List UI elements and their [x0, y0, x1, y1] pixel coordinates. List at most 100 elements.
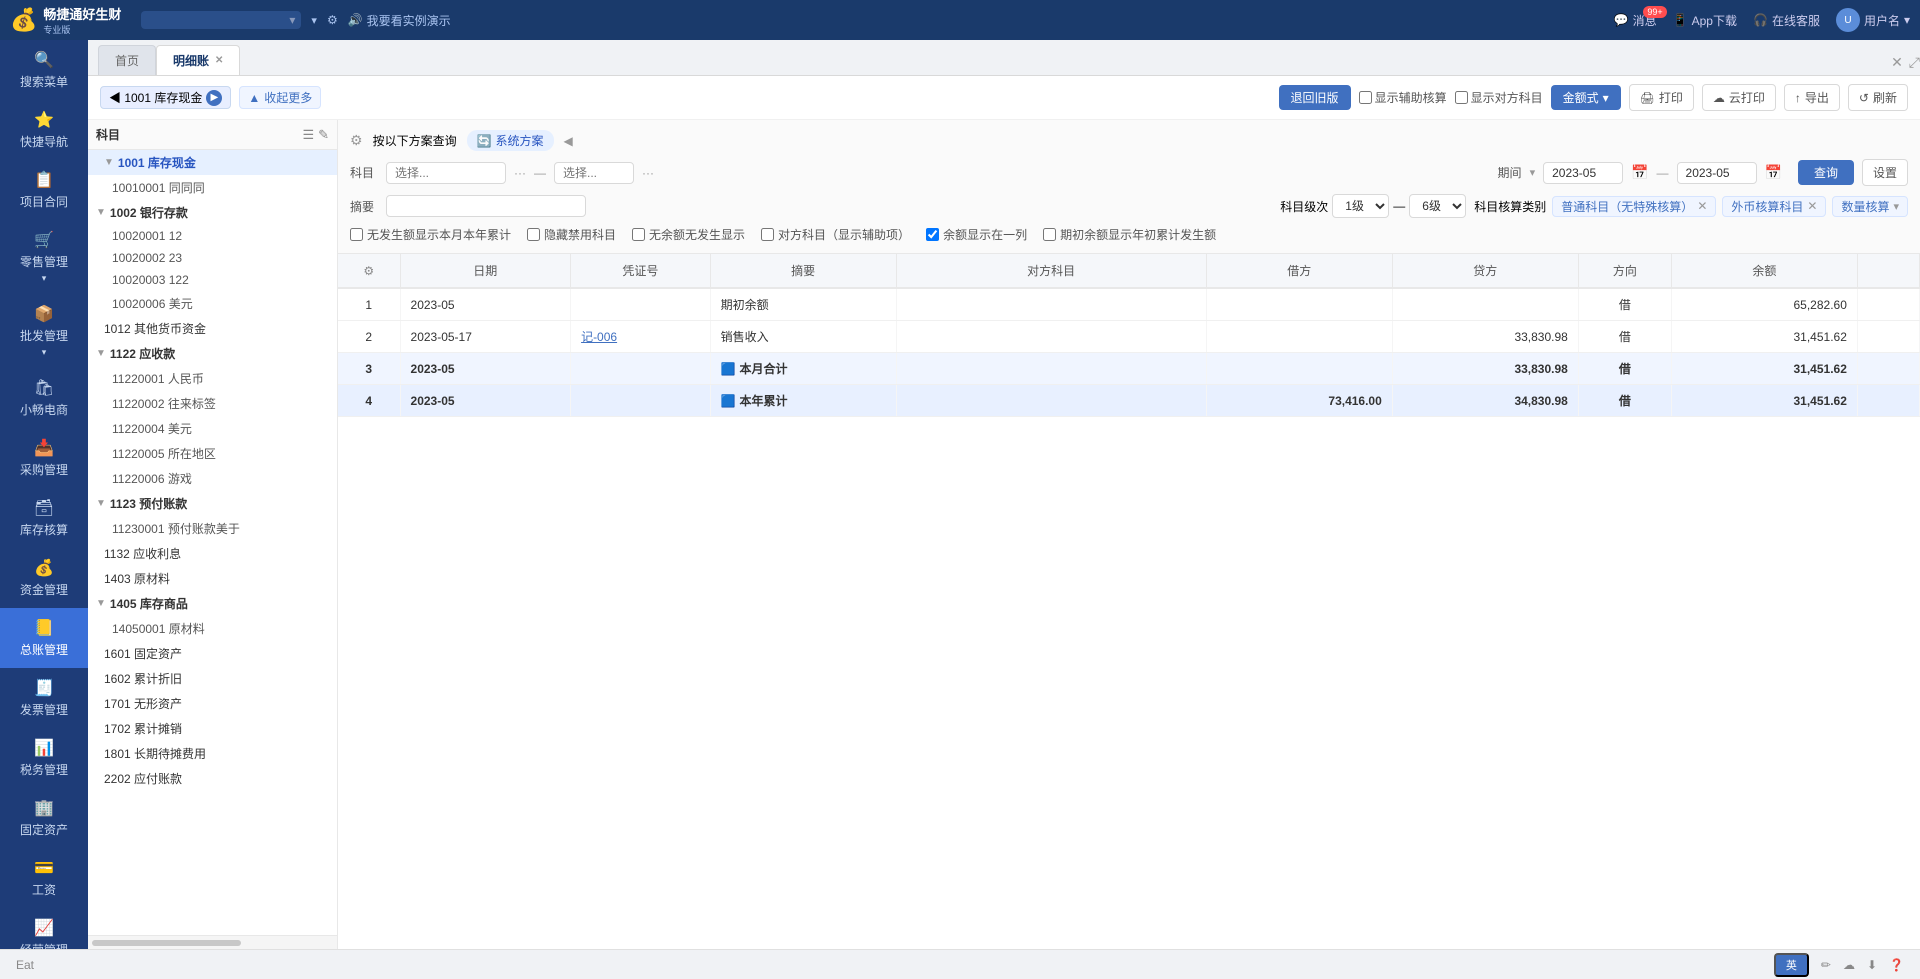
- account-1123[interactable]: ▼ 1123 预付账款: [88, 491, 337, 516]
- help-icon-status[interactable]: ❓: [1889, 958, 1904, 972]
- check-show-year[interactable]: 期初余额显示年初累计发生额: [1043, 226, 1216, 243]
- cloud-print-btn[interactable]: ☁ 云打印: [1702, 84, 1776, 111]
- show-aux-check[interactable]: 显示辅助核算: [1359, 89, 1447, 106]
- account-1405[interactable]: ▼ 1405 库存商品: [88, 591, 337, 616]
- col-gear[interactable]: ⚙: [338, 254, 400, 288]
- account-input-end[interactable]: [554, 162, 634, 184]
- sidebar-item-capital[interactable]: 💰 资金管理: [0, 548, 88, 608]
- check-no-balance2[interactable]: 无余额无发生显示: [632, 226, 745, 243]
- tab-close-icon[interactable]: ✕: [215, 55, 223, 66]
- account-11230001[interactable]: 11230001 预付账款美于: [88, 516, 337, 541]
- edit-icon[interactable]: ✎: [318, 127, 329, 143]
- account-1002[interactable]: ▼ 1002 银行存款: [88, 200, 337, 225]
- account-11220004[interactable]: 11220004 美元: [88, 416, 337, 441]
- edit-icon-status[interactable]: ✏: [1821, 958, 1831, 972]
- account-nav[interactable]: ◀ 1001 库存现金 ▶: [100, 86, 231, 109]
- account-1801[interactable]: 1801 长期待摊费用: [88, 741, 337, 766]
- account-1012[interactable]: 1012 其他货币资金: [88, 316, 337, 341]
- calendar-end-icon[interactable]: 📅: [1765, 164, 1782, 181]
- period-dropdown-icon[interactable]: ▾: [1530, 166, 1536, 179]
- gear-icon[interactable]: ⚙: [327, 13, 338, 27]
- service-btn[interactable]: 🎧 在线客服: [1753, 12, 1820, 29]
- account-11220005[interactable]: 11220005 所在地区: [88, 441, 337, 466]
- level-from-select[interactable]: 1级2级3级: [1332, 194, 1389, 218]
- back-old-btn[interactable]: 退回旧版: [1279, 85, 1351, 110]
- style-btn[interactable]: 金额式 ▾: [1551, 85, 1621, 110]
- classify-tag-2[interactable]: 外币核算科目 ✕: [1722, 196, 1826, 217]
- sidebar-item-ecommerce[interactable]: 🛍 小畅电商: [0, 368, 88, 428]
- list-view-icon[interactable]: ☰: [302, 127, 314, 143]
- cloud-icon-status[interactable]: ☁: [1843, 958, 1855, 972]
- classify-tag-1-close[interactable]: ✕: [1697, 199, 1707, 213]
- lang-btn[interactable]: 英: [1774, 953, 1809, 977]
- account-1602[interactable]: 1602 累计折旧: [88, 666, 337, 691]
- sidebar-item-invoice[interactable]: 🧾 发票管理: [0, 668, 88, 728]
- expand-btn[interactable]: ▲ 收起更多: [239, 86, 321, 109]
- close-window-icon[interactable]: ✕: [1891, 54, 1903, 71]
- demo-link[interactable]: 🔊 我要看实例演示: [348, 12, 451, 29]
- account-10020003[interactable]: 10020003 122: [88, 269, 337, 291]
- account-1122[interactable]: ▼ 1122 应收款: [88, 341, 337, 366]
- refresh-btn[interactable]: ↺ 刷新: [1848, 84, 1908, 111]
- summary-input[interactable]: [386, 195, 586, 217]
- account-10020001[interactable]: 10020001 12: [88, 225, 337, 247]
- wholesale-icon: 📦: [34, 304, 54, 324]
- check-no-balance[interactable]: 无发生额显示本月本年累计: [350, 226, 511, 243]
- account-1601[interactable]: 1601 固定资产: [88, 641, 337, 666]
- account-2202[interactable]: 2202 应付账款: [88, 766, 337, 791]
- account-1001[interactable]: ▼ 1001 库存现金: [88, 150, 337, 175]
- classify-tag-3[interactable]: 数量核算 ▾: [1832, 196, 1908, 217]
- scheme-tag[interactable]: 🔄 系统方案: [467, 130, 554, 151]
- sidebar-item-tax[interactable]: 📊 税务管理: [0, 728, 88, 788]
- sidebar-item-wholesale[interactable]: 📦 批发管理 ▾: [0, 294, 88, 368]
- app-btn[interactable]: 📱 App下载: [1673, 12, 1737, 29]
- sidebar-item-retail[interactable]: 🛒 零售管理 ▾: [0, 220, 88, 294]
- sidebar-item-ops[interactable]: 📈 经营管理: [0, 908, 88, 949]
- period-end-input[interactable]: [1677, 162, 1757, 184]
- dropdown-icon[interactable]: ▾: [311, 14, 317, 27]
- settings-btn[interactable]: 设置: [1862, 159, 1908, 186]
- period-start-input[interactable]: [1543, 162, 1623, 184]
- message-btn[interactable]: 💬 消息 99+: [1614, 12, 1657, 29]
- account-1403[interactable]: 1403 原材料: [88, 566, 337, 591]
- sidebar-item-purchase[interactable]: 📥 采购管理: [0, 428, 88, 488]
- account-10020006[interactable]: 10020006 美元: [88, 291, 337, 316]
- check-opposite[interactable]: 对方科目（显示辅助项）: [761, 226, 910, 243]
- account-11220001[interactable]: 11220001 人民币: [88, 366, 337, 391]
- account-11220002[interactable]: 11220002 往来标签: [88, 391, 337, 416]
- sidebar-item-search[interactable]: 🔍 搜索菜单: [0, 40, 88, 100]
- level-to-select[interactable]: 6级5级4级: [1409, 194, 1466, 218]
- account-10010001[interactable]: 10010001 同同同: [88, 175, 337, 200]
- account-14050001[interactable]: 14050001 原材料: [88, 616, 337, 641]
- sidebar-item-inventory[interactable]: 🗃 库存核算: [0, 488, 88, 548]
- classify-tag-2-close[interactable]: ✕: [1807, 199, 1817, 213]
- voucher-link[interactable]: 记-006: [581, 330, 617, 344]
- account-input[interactable]: [386, 162, 506, 184]
- tab-detail[interactable]: 明细账 ✕: [156, 45, 240, 75]
- nav-forward-icon[interactable]: ▶: [206, 90, 222, 106]
- classify-dropdown-icon[interactable]: ▾: [1893, 200, 1899, 213]
- account-1132[interactable]: 1132 应收利息: [88, 541, 337, 566]
- account-10020002[interactable]: 10020002 23: [88, 247, 337, 269]
- show-opposite-check[interactable]: 显示对方科目: [1455, 89, 1543, 106]
- sidebar-item-quicknav[interactable]: ⭐ 快捷导航: [0, 100, 88, 160]
- check-hide-disabled[interactable]: 隐藏禁用科目: [527, 226, 616, 243]
- sidebar-item-project[interactable]: 📋 项目合同: [0, 160, 88, 220]
- check-show-one[interactable]: 余额显示在一列: [926, 226, 1027, 243]
- account-1701[interactable]: 1701 无形资产: [88, 691, 337, 716]
- account-1702[interactable]: 1702 累计摊销: [88, 716, 337, 741]
- search-input[interactable]: [141, 11, 301, 29]
- export-btn[interactable]: ↑ 导出: [1784, 84, 1840, 111]
- account-11220006[interactable]: 11220006 游戏: [88, 466, 337, 491]
- download-icon-status[interactable]: ⬇: [1867, 958, 1877, 972]
- maximize-icon[interactable]: ⤢: [1909, 54, 1920, 71]
- classify-tag-1[interactable]: 普通科目（无特殊核算） ✕: [1552, 196, 1716, 217]
- sidebar-item-assets[interactable]: 🏢 固定资产: [0, 788, 88, 848]
- user-menu[interactable]: U 用户名 ▾: [1836, 8, 1910, 32]
- print-btn[interactable]: 🖨 打印: [1629, 84, 1694, 111]
- sidebar-item-salary[interactable]: 💳 工资: [0, 848, 88, 908]
- calendar-start-icon[interactable]: 📅: [1631, 164, 1648, 181]
- query-btn[interactable]: 查询: [1798, 160, 1854, 185]
- tab-home[interactable]: 首页: [98, 45, 156, 75]
- sidebar-item-ledger[interactable]: 📒 总账管理: [0, 608, 88, 668]
